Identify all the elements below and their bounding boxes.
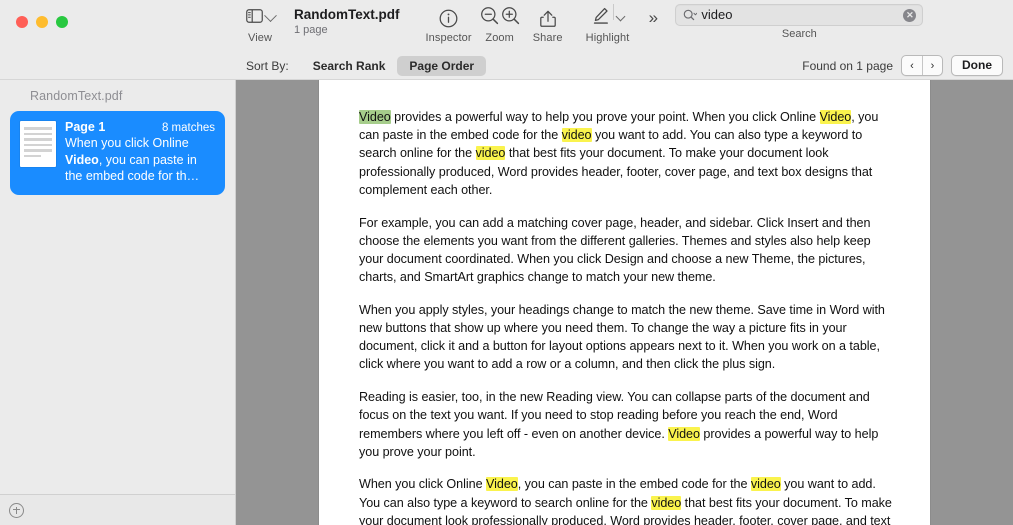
clear-search-icon[interactable]: ✕	[903, 9, 916, 22]
toolbar-overflow-button[interactable]: »	[637, 4, 667, 32]
paragraph: Video provides a powerful way to help yo…	[359, 108, 898, 199]
document-canvas[interactable]: Video provides a powerful way to help yo…	[236, 80, 1013, 525]
highlight-button[interactable]: Highlight	[582, 4, 634, 45]
search-label: Search	[782, 28, 817, 41]
sort-option-page-order[interactable]: Page Order	[397, 56, 486, 76]
search-match-current: Video	[359, 110, 391, 124]
text-run: provides a powerful way to help you prov…	[391, 110, 820, 124]
pdf-text-body: Video provides a powerful way to help yo…	[359, 108, 898, 525]
paragraph: Reading is easier, too, in the new Readi…	[359, 388, 898, 461]
sort-segmented-control: Search Rank Page Order	[301, 56, 486, 76]
inspector-label: Inspector	[426, 32, 472, 45]
search-match: video	[562, 128, 592, 142]
text-run: For example, you can add a matching cove…	[359, 216, 871, 285]
find-bar-right: Found on 1 page ‹ › Done	[802, 55, 1013, 76]
search-results-sidebar: RandomText.pdf Page 1 8 matches When you…	[0, 80, 236, 525]
close-button[interactable]	[16, 16, 28, 28]
zoom-in-icon[interactable]	[501, 6, 520, 30]
highlight-label: Highlight	[586, 32, 630, 45]
paragraph: For example, you can add a matching cove…	[359, 214, 898, 287]
search-input[interactable]	[701, 7, 899, 23]
share-icon	[540, 4, 556, 32]
sidebar-scroll-area[interactable]: RandomText.pdf Page 1 8 matches When you…	[0, 80, 235, 494]
chevron-down-icon[interactable]	[264, 9, 277, 22]
maximize-button[interactable]	[56, 16, 68, 28]
inspector-button[interactable]: Inspector	[422, 4, 476, 45]
previous-match-button[interactable]: ‹	[902, 56, 922, 75]
search-area: ✕ Search	[675, 4, 923, 41]
view-label: View	[248, 32, 272, 45]
highlighter-pen-icon	[592, 6, 610, 30]
toolbar-divider	[613, 4, 614, 20]
share-label: Share	[533, 32, 563, 45]
result-snippet: When you click Online Video, you can pas…	[65, 135, 215, 185]
main-body: RandomText.pdf Page 1 8 matches When you…	[0, 80, 1013, 525]
view-button[interactable]: View	[236, 4, 284, 45]
search-field[interactable]: ✕	[675, 4, 923, 26]
find-bar: Sort By: Search Rank Page Order Found on…	[0, 52, 1013, 80]
text-run: When you apply styles, your headings cha…	[359, 303, 885, 372]
preview-window: View RandomText.pdf 1 page Inspector	[0, 0, 1013, 525]
highlight-glyph-group	[592, 4, 624, 32]
chevron-down-icon[interactable]	[615, 12, 625, 22]
pdf-page: Video provides a powerful way to help yo…	[319, 80, 930, 525]
sidebar-filename: RandomText.pdf	[10, 85, 225, 111]
titlebar-toolbar: View RandomText.pdf 1 page Inspector	[0, 0, 1013, 52]
search-result-header: Page 1 8 matches	[65, 120, 215, 134]
minimize-button[interactable]	[36, 16, 48, 28]
paragraph: When you apply styles, your headings cha…	[359, 301, 898, 374]
paragraph: When you click Online Video, you can pas…	[359, 475, 898, 525]
search-match: Video	[486, 477, 518, 491]
snippet-pre: When you click Online	[65, 136, 189, 150]
next-match-button[interactable]: ›	[922, 56, 942, 75]
sidebar-icon	[246, 9, 263, 28]
sort-by-label: Sort By:	[246, 59, 289, 73]
window-controls-area	[0, 0, 236, 52]
sort-option-search-rank[interactable]: Search Rank	[301, 56, 398, 76]
text-run: When you click Online	[359, 477, 486, 491]
add-icon[interactable]	[9, 503, 24, 518]
view-glyph-group	[246, 4, 275, 32]
info-circle-icon	[439, 4, 458, 32]
search-match: video	[751, 477, 781, 491]
zoom-label: Zoom	[485, 32, 514, 45]
found-results-text: Found on 1 page	[802, 59, 893, 73]
snippet-match: Video	[65, 153, 99, 167]
zoom-glyph-group	[480, 4, 520, 32]
traffic-lights	[16, 16, 68, 28]
text-run: , you can paste in the embed code for th…	[518, 477, 751, 491]
toolbar: View RandomText.pdf 1 page Inspector	[236, 0, 1013, 52]
search-result-item[interactable]: Page 1 8 matches When you click Online V…	[10, 111, 225, 195]
result-page-label: Page 1	[65, 120, 105, 134]
done-button[interactable]: Done	[951, 55, 1003, 76]
magnifier-icon[interactable]	[683, 9, 697, 22]
search-result-body: Page 1 8 matches When you click Online V…	[65, 120, 215, 185]
search-match: video	[651, 496, 681, 510]
search-match: Video	[820, 110, 852, 124]
page-thumbnail-icon	[20, 121, 56, 167]
document-title: RandomText.pdf	[294, 7, 400, 23]
search-match: video	[476, 146, 506, 160]
share-button[interactable]: Share	[524, 4, 572, 45]
result-match-count: 8 matches	[162, 122, 215, 134]
document-page-count: 1 page	[294, 23, 328, 37]
zoom-controls[interactable]: Zoom	[476, 4, 524, 45]
zoom-out-icon[interactable]	[480, 6, 499, 30]
search-match: Video	[668, 427, 700, 441]
match-navigation: ‹ ›	[901, 55, 943, 76]
sidebar-footer	[0, 494, 235, 525]
document-title-block: RandomText.pdf 1 page	[284, 4, 400, 37]
